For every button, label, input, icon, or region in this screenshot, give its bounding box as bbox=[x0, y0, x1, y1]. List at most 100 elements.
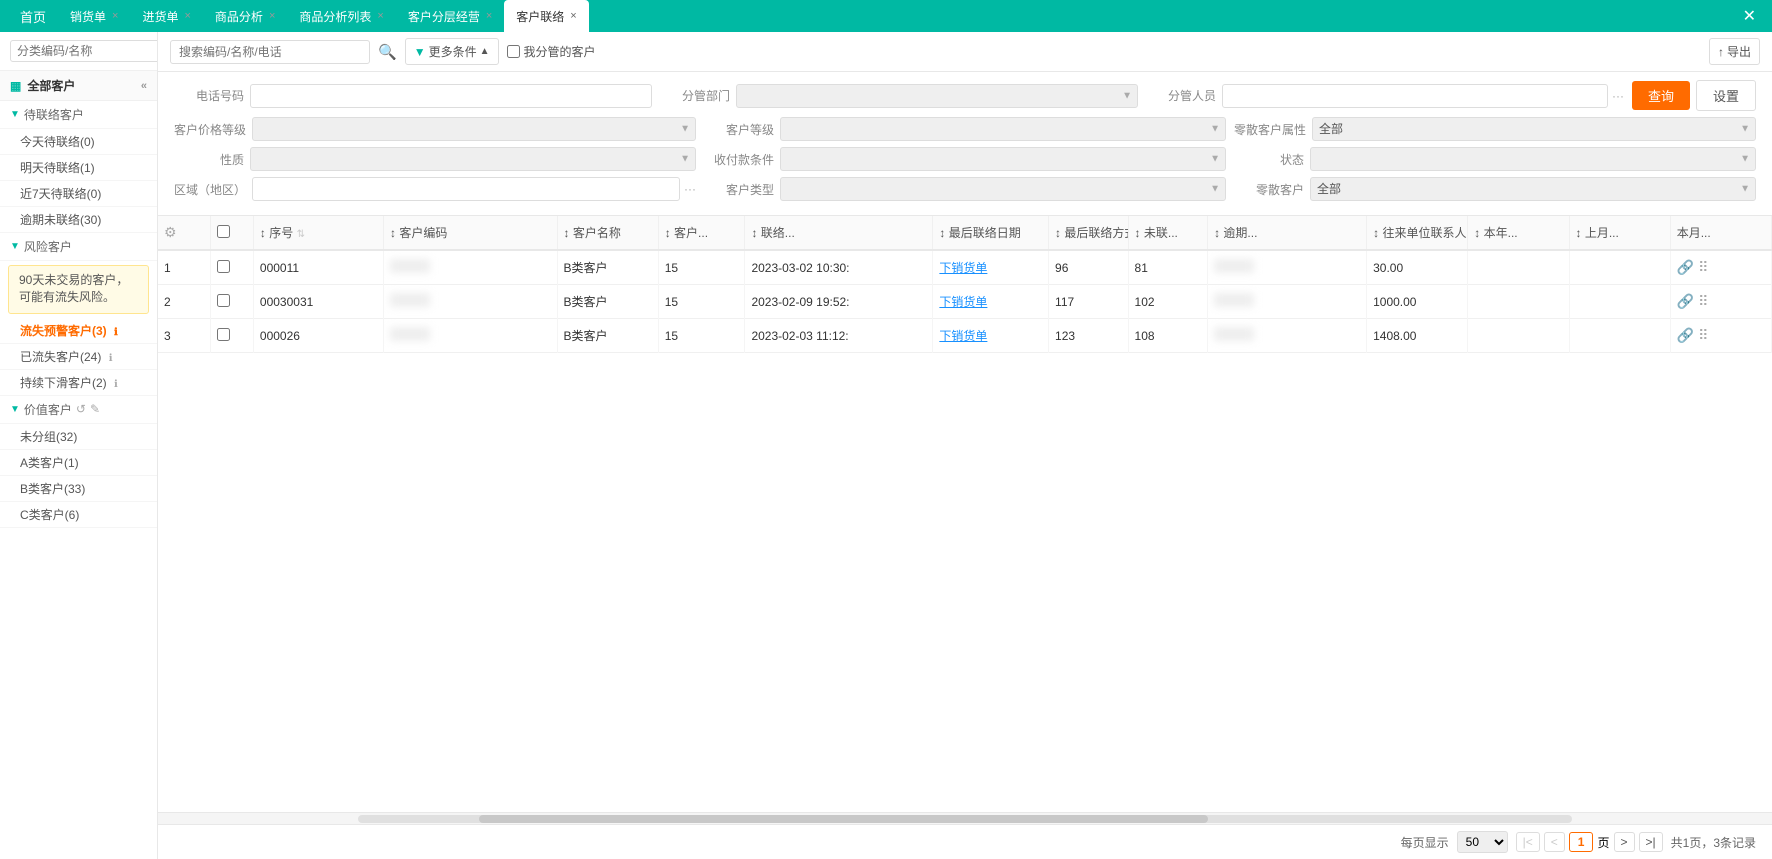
sidebar-item-tomorrow[interactable]: 明天待联络(1) bbox=[0, 155, 157, 181]
sidebar-item-class-c[interactable]: C类客户(6) bbox=[0, 502, 157, 528]
filter-customer-tier-select[interactable] bbox=[780, 117, 1226, 141]
per-page-select[interactable]: 20 50 100 bbox=[1457, 831, 1508, 853]
filter-payment: 收付款条件 ▼ bbox=[704, 147, 1226, 171]
filter-region-input[interactable] bbox=[252, 177, 680, 201]
main-search-input[interactable] bbox=[170, 40, 370, 64]
tab-sales-close[interactable]: × bbox=[112, 10, 118, 22]
sidebar-item-overdue-contact[interactable]: 逾期未联络(30) bbox=[0, 207, 157, 233]
row-checkbox[interactable] bbox=[217, 294, 230, 307]
main-search-button[interactable]: 🔍 bbox=[378, 43, 397, 61]
th-name[interactable]: ↕ 客户编码 bbox=[384, 216, 557, 250]
th-settings[interactable]: ⚙ bbox=[158, 216, 210, 250]
action-more-icon[interactable]: ⠿ bbox=[1698, 327, 1708, 344]
next-page-button[interactable]: > bbox=[1614, 832, 1635, 852]
action-link-icon[interactable]: 🔗 bbox=[1677, 293, 1694, 310]
prev-page-button[interactable]: < bbox=[1544, 832, 1565, 852]
filter-dept-select[interactable] bbox=[736, 84, 1138, 108]
th-this-month[interactable]: ↕ 上月... bbox=[1569, 216, 1670, 250]
export-button[interactable]: ↑ 导出 bbox=[1709, 38, 1760, 65]
th-date[interactable]: ↕ 联络... bbox=[745, 216, 933, 250]
last-page-button[interactable]: >| bbox=[1639, 832, 1663, 852]
th-company-contact[interactable]: ↕ 逾期... bbox=[1208, 216, 1367, 250]
cell-method[interactable]: 下销货单 bbox=[933, 285, 1049, 319]
th-type[interactable]: ↕ 客户名称 bbox=[557, 216, 658, 250]
th-contact[interactable]: ↕ 客户... bbox=[658, 216, 745, 250]
action-more-icon[interactable]: ⠿ bbox=[1698, 259, 1708, 276]
th-year-amount[interactable]: ↕ 往来单位联系人 bbox=[1367, 216, 1468, 250]
table-settings-icon[interactable]: ⚙ bbox=[164, 224, 177, 240]
tab-analysis-close[interactable]: × bbox=[269, 10, 275, 22]
sidebar-item-at-risk[interactable]: 流失预警客户(3) ℹ bbox=[0, 318, 157, 344]
tab-purchase[interactable]: 进货单 × bbox=[130, 0, 202, 32]
risk-tooltip-text: 90天未交易的客户，可能有流失风险。 bbox=[19, 273, 128, 304]
sidebar-group-value[interactable]: ▼ 价值客户 ↺ ✎ bbox=[0, 396, 157, 424]
refresh-icon[interactable]: ↺ bbox=[76, 402, 86, 416]
sidebar-collapse-icon[interactable]: « bbox=[141, 80, 147, 92]
filter-zero-attr-select[interactable]: 全部 bbox=[1312, 117, 1756, 141]
first-page-button[interactable]: |< bbox=[1516, 832, 1540, 852]
tab-customer-link[interactable]: 客户联络 × bbox=[504, 0, 588, 32]
query-button[interactable]: 查询 bbox=[1632, 81, 1690, 110]
sidebar-item-declining[interactable]: 持续下滑客户(2) ℹ bbox=[0, 370, 157, 396]
tab-analysis-list-close[interactable]: × bbox=[377, 10, 383, 22]
filter-payment-select[interactable] bbox=[780, 147, 1226, 171]
tab-analysis-list[interactable]: 商品分析列表 × bbox=[287, 0, 395, 32]
cell-check[interactable] bbox=[210, 285, 253, 319]
filter-zero-customer-select[interactable]: 全部 bbox=[1310, 177, 1756, 201]
scroll-thumb[interactable] bbox=[479, 815, 1207, 823]
horizontal-scrollbar[interactable] bbox=[158, 812, 1772, 824]
cell-num: 2 bbox=[158, 285, 210, 319]
filter-price-tier-select[interactable] bbox=[252, 117, 696, 141]
blurred-contact bbox=[1214, 327, 1254, 341]
tab-customer-link-close[interactable]: × bbox=[570, 10, 576, 22]
tab-customer-tier[interactable]: 客户分层经营 × bbox=[396, 0, 504, 32]
sidebar-group-risk[interactable]: ▼ 风险客户 bbox=[0, 233, 157, 261]
nav-home[interactable]: 首页 bbox=[8, 7, 58, 26]
row-checkbox[interactable] bbox=[217, 328, 230, 341]
th-last-month[interactable]: ↕ 本年... bbox=[1468, 216, 1569, 250]
window-close-button[interactable]: ✕ bbox=[1735, 6, 1764, 26]
edit-icon[interactable]: ✎ bbox=[90, 402, 100, 416]
th-method[interactable]: ↕ 最后联络日期 bbox=[933, 216, 1049, 250]
sidebar-search-input[interactable] bbox=[10, 40, 158, 62]
sidebar-item-unclassified[interactable]: 未分组(32) bbox=[0, 424, 157, 450]
tab-customer-tier-close[interactable]: × bbox=[486, 10, 492, 22]
sidebar-group-pending[interactable]: ▼ 待联络客户 bbox=[0, 101, 157, 129]
th-code[interactable]: ↕ 序号 bbox=[253, 216, 383, 250]
info-icon-3: ℹ bbox=[114, 379, 118, 390]
sidebar-item-week[interactable]: 近7天待联络(0) bbox=[0, 181, 157, 207]
filter-nature-select[interactable] bbox=[250, 147, 696, 171]
tab-purchase-close[interactable]: × bbox=[184, 10, 190, 22]
th-uncontacted[interactable]: ↕ 最后联络方式 bbox=[1049, 216, 1129, 250]
filter-status-select[interactable] bbox=[1310, 147, 1756, 171]
filter-region-dots[interactable]: ··· bbox=[684, 182, 696, 196]
th-overdue[interactable]: ↕ 未联... bbox=[1128, 216, 1208, 250]
my-customers-checkbox-label[interactable]: 我分管的客户 bbox=[507, 43, 596, 60]
cell-method[interactable]: 下销货单 bbox=[933, 250, 1049, 285]
settings-button[interactable]: 设置 bbox=[1696, 80, 1756, 111]
cell-check[interactable] bbox=[210, 250, 253, 285]
cell-action: 🔗 ⠿ bbox=[1670, 250, 1771, 285]
filter-person-input[interactable] bbox=[1222, 84, 1608, 108]
action-link-icon[interactable]: 🔗 bbox=[1677, 259, 1694, 276]
tab-analysis[interactable]: 商品分析 × bbox=[203, 0, 287, 32]
sidebar-item-class-b[interactable]: B类客户(33) bbox=[0, 476, 157, 502]
more-conditions-button[interactable]: ▼ 更多条件 ▲ bbox=[405, 38, 499, 65]
sidebar-all-customers[interactable]: ▦ 全部客户 « bbox=[0, 71, 157, 101]
sidebar-item-class-a[interactable]: A类客户(1) bbox=[0, 450, 157, 476]
filter-customer-type-select[interactable] bbox=[780, 177, 1226, 201]
filter-phone-input[interactable] bbox=[250, 84, 652, 108]
action-more-icon[interactable]: ⠿ bbox=[1698, 293, 1708, 310]
sidebar-item-lost[interactable]: 已流失客户(24) ℹ bbox=[0, 344, 157, 370]
cell-method[interactable]: 下销货单 bbox=[933, 319, 1049, 353]
cell-check[interactable] bbox=[210, 319, 253, 353]
sidebar-item-today[interactable]: 今天待联络(0) bbox=[0, 129, 157, 155]
filter-person-dots[interactable]: ··· bbox=[1612, 89, 1624, 103]
tab-sales[interactable]: 销货单 × bbox=[58, 0, 130, 32]
select-all-checkbox[interactable] bbox=[217, 225, 230, 238]
filter-status-label: 状态 bbox=[1234, 151, 1304, 168]
my-customers-checkbox[interactable] bbox=[507, 45, 520, 58]
th-check[interactable] bbox=[210, 216, 253, 250]
row-checkbox[interactable] bbox=[217, 260, 230, 273]
action-link-icon[interactable]: 🔗 bbox=[1677, 327, 1694, 344]
